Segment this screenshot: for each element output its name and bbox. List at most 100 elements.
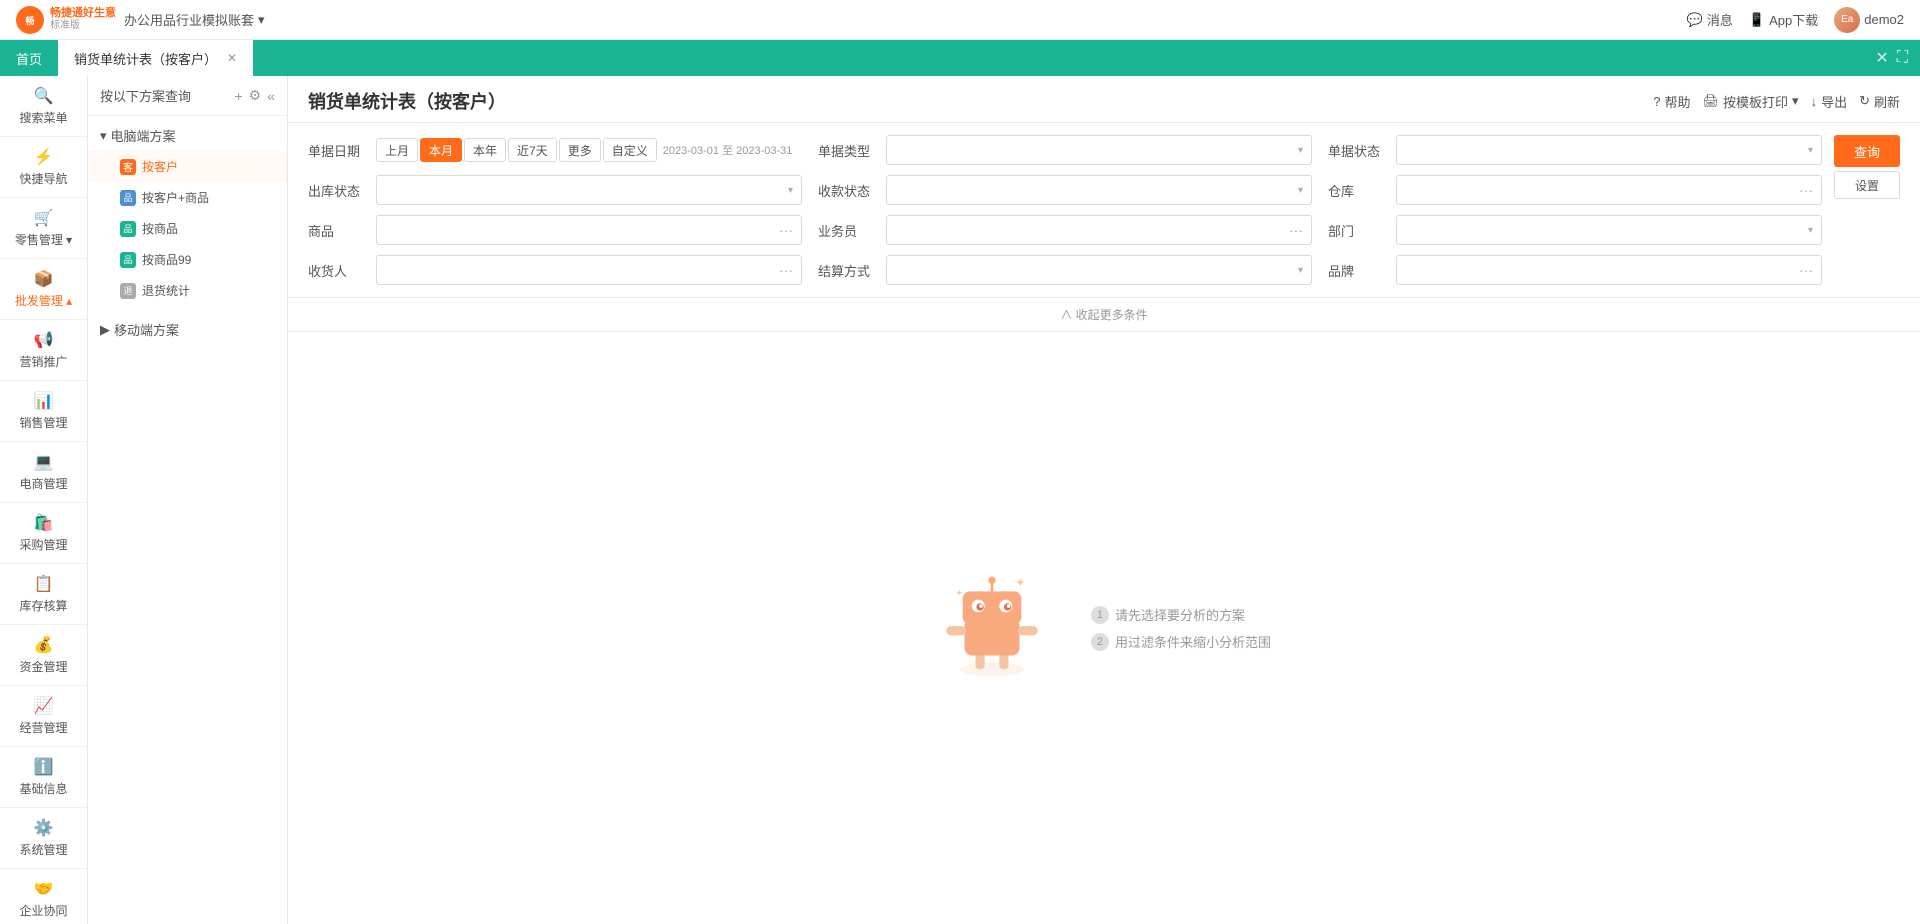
settings-btn[interactable]: 设置 xyxy=(1834,171,1900,199)
date-btn-last-month[interactable]: 上月 xyxy=(376,138,418,162)
filter-row-3: 商品 ··· 业务员 xyxy=(308,215,1822,245)
scheme-item-return-stat-label: 退货统计 xyxy=(142,282,190,299)
filter-field-receiver: 收货人 ··· xyxy=(308,255,802,285)
sidebar-item-marketing[interactable]: 📢 营销推广 xyxy=(0,320,87,381)
sidebar-item-operations[interactable]: 📈 经营管理 xyxy=(0,686,87,747)
date-btn-this-month[interactable]: 本月 xyxy=(420,138,462,162)
tab-close-btn[interactable]: ✕ xyxy=(1875,48,1888,68)
goods-input[interactable]: ··· xyxy=(376,215,802,245)
goods-dots[interactable]: ··· xyxy=(779,222,793,238)
department-input[interactable]: ▾ xyxy=(1396,215,1822,245)
scheme-title: 按以下方案查询 xyxy=(100,86,191,105)
scheme-item-goods-99[interactable]: 品 按商品99 xyxy=(88,244,287,275)
date-btn-7days[interactable]: 近7天 xyxy=(508,138,557,162)
pc-group-label: 电脑端方案 xyxy=(111,126,176,145)
scheme-item-customer-goods[interactable]: 品 按客户+商品 xyxy=(88,182,287,213)
sidebar-item-finance[interactable]: 💰 资金管理 xyxy=(0,625,87,686)
scheme-item-by-customer-label: 按客户 xyxy=(142,158,178,175)
salesperson-dots[interactable]: ··· xyxy=(1289,222,1303,238)
scheme-item-return-stat-icon: 退 xyxy=(120,283,136,299)
scheme-item-return-stat[interactable]: 退 退货统计 xyxy=(88,275,287,306)
message-btn[interactable]: 💬 消息 xyxy=(1687,10,1733,29)
sidebar-item-ecommerce[interactable]: 💻 电商管理 xyxy=(0,442,87,503)
export-btn[interactable]: ↓ 导出 xyxy=(1811,92,1848,111)
date-btn-more[interactable]: 更多 xyxy=(559,138,601,162)
scheme-settings-btn[interactable]: ⚙ xyxy=(249,87,262,104)
template-print-btn[interactable]: 🖨 按模板打印 ▾ xyxy=(1703,92,1799,111)
avatar: Ea xyxy=(1834,7,1860,33)
warehouse-dots[interactable]: ··· xyxy=(1799,182,1813,198)
receiver-dots[interactable]: ··· xyxy=(779,262,793,278)
doc-status-input[interactable]: ▾ xyxy=(1396,135,1822,165)
date-buttons: 上月 本月 本年 近7天 更多 自定义 2023-03-01 至 2023-03… xyxy=(376,138,792,162)
scheme-item-by-goods[interactable]: 品 按商品 xyxy=(88,213,287,244)
sidebar-item-wholesale[interactable]: 📦 批发管理 ▴ xyxy=(0,259,87,320)
payment-status-dropdown-icon: ▾ xyxy=(1298,185,1303,196)
app-download-btn[interactable]: 📱 App下载 xyxy=(1749,10,1818,29)
refresh-btn[interactable]: ↻ 刷新 xyxy=(1859,92,1900,111)
payment-status-label: 收款状态 xyxy=(818,181,878,200)
scheme-item-by-goods-icon: 品 xyxy=(120,221,136,237)
sidebar-item-sales[interactable]: 📊 销售管理 xyxy=(0,381,87,442)
operations-icon: 📈 xyxy=(34,696,54,716)
refresh-icon: ↻ xyxy=(1859,93,1870,109)
salesperson-input[interactable]: ··· xyxy=(886,215,1312,245)
industry-selector[interactable]: 办公用品行业模拟账套 ▾ xyxy=(124,10,265,29)
action-buttons: 查询 设置 xyxy=(1834,135,1900,199)
doc-type-input[interactable]: ▾ xyxy=(886,135,1312,165)
out-status-input[interactable]: ▾ xyxy=(376,175,802,205)
sidebar-item-system[interactable]: ⚙️ 系统管理 xyxy=(0,808,87,869)
collapse-icon: ∧ xyxy=(1060,308,1072,322)
help-btn[interactable]: ? 帮助 xyxy=(1653,92,1690,111)
receiver-input[interactable]: ··· xyxy=(376,255,802,285)
brand-dots[interactable]: ··· xyxy=(1799,262,1813,278)
tab-close-icon[interactable]: ✕ xyxy=(227,51,237,65)
sidebar-quick-nav-label: 快捷导航 xyxy=(19,170,67,187)
date-btn-this-year[interactable]: 本年 xyxy=(464,138,506,162)
scheme-collapse-btn[interactable]: « xyxy=(267,88,275,104)
scheme-item-goods-99-label: 按商品99 xyxy=(142,251,191,268)
empty-visual: ✦ ✦ 1 请先选择要分析的方案 2 用过滤条件来缩小分析范围 xyxy=(937,573,1271,683)
sidebar-system-label: 系统管理 xyxy=(19,841,67,858)
svg-text:✦: ✦ xyxy=(1015,575,1026,590)
scheme-item-customer-goods-icon: 品 xyxy=(120,190,136,206)
tab-expand-btn[interactable]: ⛶ xyxy=(1897,49,1908,67)
payment-method-label: 结算方式 xyxy=(818,261,878,280)
query-btn[interactable]: 查询 xyxy=(1834,135,1900,167)
warehouse-input[interactable]: ··· xyxy=(1396,175,1822,205)
brand-input[interactable]: ··· xyxy=(1396,255,1822,285)
payment-status-input[interactable]: ▾ xyxy=(886,175,1312,205)
sales-icon: 📊 xyxy=(34,391,54,411)
sidebar-item-retail[interactable]: 🛒 零售管理 ▾ xyxy=(0,198,87,259)
scheme-item-by-customer[interactable]: 客 按客户 xyxy=(88,151,287,182)
sidebar-item-enterprise[interactable]: 🤝 企业协同 xyxy=(0,869,87,924)
scheme-item-goods-99-icon: 品 xyxy=(120,252,136,268)
sidebar-item-purchase[interactable]: 🛍️ 采购管理 xyxy=(0,503,87,564)
filter-field-doc-type: 单据类型 ▾ xyxy=(818,135,1312,165)
filter-field-date: 单据日期 上月 本月 本年 近7天 更多 自定义 2023-03-01 至 20… xyxy=(308,138,802,162)
brand-label: 品牌 xyxy=(1328,261,1388,280)
scheme-header-icons: + ⚙ « xyxy=(234,87,275,104)
sidebar-item-quick-nav[interactable]: ⚡ 快捷导航 xyxy=(0,137,87,198)
mobile-scheme-header[interactable]: ▶ 移动端方案 xyxy=(88,314,287,345)
sidebar-wholesale-label: 批发管理 ▴ xyxy=(15,292,72,309)
date-range-display: 2023-03-01 至 2023-03-31 xyxy=(663,142,793,158)
filter-row-4: 收货人 ··· 结算方式 xyxy=(308,255,1822,285)
payment-method-input[interactable]: ▾ xyxy=(886,255,1312,285)
sidebar-item-search[interactable]: 🔍 搜索菜单 xyxy=(0,76,87,137)
hint-num-2: 2 xyxy=(1091,633,1109,651)
scheme-add-btn[interactable]: + xyxy=(234,88,242,104)
empty-state: ✦ ✦ 1 请先选择要分析的方案 2 用过滤条件来缩小分析范围 xyxy=(288,332,1920,924)
message-label: 消息 xyxy=(1707,10,1733,29)
user-area[interactable]: Ea demo2 xyxy=(1834,7,1904,33)
sidebar-enterprise-label: 企业协同 xyxy=(19,902,67,919)
collapse-bar[interactable]: ∧ 收起更多条件 xyxy=(288,298,1920,332)
sidebar-item-inventory[interactable]: 📋 库存核算 xyxy=(0,564,87,625)
tab-home[interactable]: 首页 xyxy=(0,40,58,76)
payment-method-dropdown-icon: ▾ xyxy=(1298,265,1303,276)
tab-sales-stat[interactable]: 销货单统计表（按客户） ✕ xyxy=(58,40,253,76)
pc-scheme-group: ▾ 电脑端方案 客 按客户 品 按客户+商品 品 按商品 品 按商品99 xyxy=(88,116,287,310)
date-btn-custom[interactable]: 自定义 xyxy=(603,138,657,162)
sidebar-item-basic-info[interactable]: ℹ️ 基础信息 xyxy=(0,747,87,808)
pc-scheme-header[interactable]: ▾ 电脑端方案 xyxy=(88,120,287,151)
